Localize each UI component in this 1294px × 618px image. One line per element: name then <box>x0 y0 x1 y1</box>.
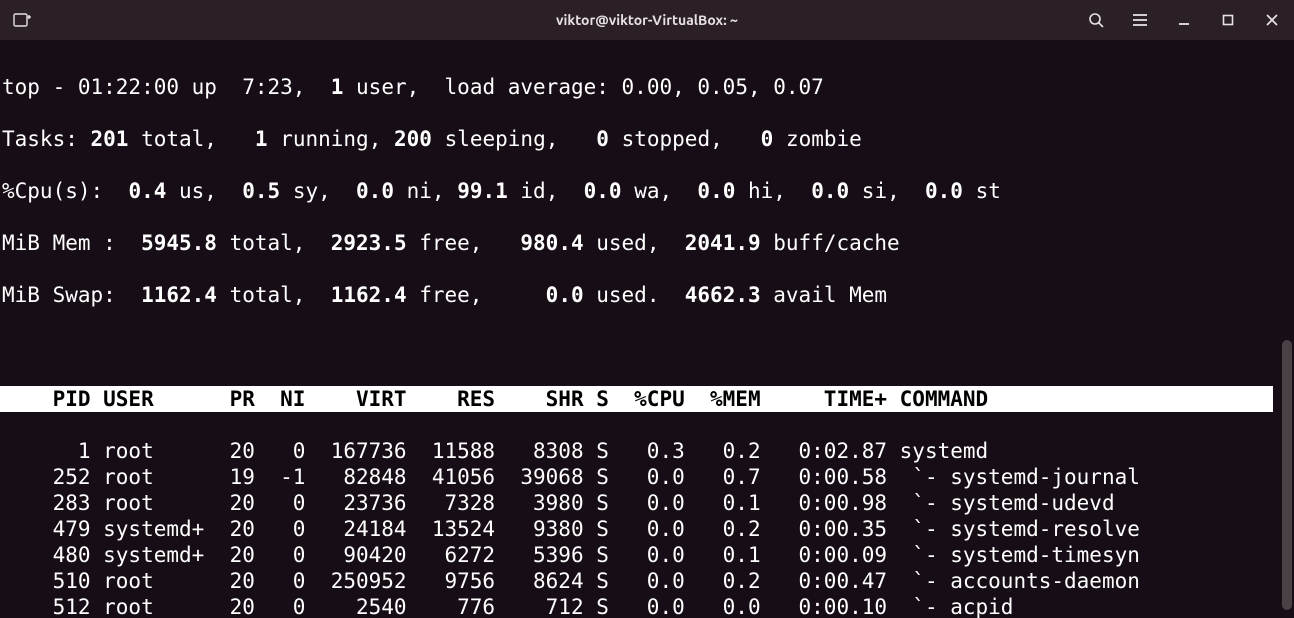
process-table-header: PID USER PR NI VIRT RES SHR S %CPU %MEM … <box>0 386 1273 412</box>
terminal-output[interactable]: top - 01:22:00 up 7:23, 1 user, load ave… <box>0 40 1294 618</box>
close-button[interactable] <box>1250 0 1294 40</box>
scrollbar-thumb[interactable] <box>1282 340 1292 610</box>
process-table-body: 1 root 20 0 167736 11588 8308 S 0.3 0.2 … <box>0 438 1294 618</box>
menu-button[interactable] <box>1118 0 1162 40</box>
minimize-icon <box>1177 13 1191 27</box>
process-row: 510 root 20 0 250952 9756 8624 S 0.0 0.2… <box>0 568 1294 594</box>
titlebar-right-controls <box>1074 0 1294 40</box>
window-titlebar: viktor@viktor-VirtualBox: ~ <box>0 0 1294 40</box>
top-summary-mem: MiB Mem : 5945.8 total, 2923.5 free, 980… <box>0 230 1294 256</box>
process-row: 479 systemd+ 20 0 24184 13524 9380 S 0.0… <box>0 516 1294 542</box>
maximize-button[interactable] <box>1206 0 1250 40</box>
top-summary-cpu: %Cpu(s): 0.4 us, 0.5 sy, 0.0 ni, 99.1 id… <box>0 178 1294 204</box>
top-summary-tasks: Tasks: 201 total, 1 running, 200 sleepin… <box>0 126 1294 152</box>
process-row: 480 systemd+ 20 0 90420 6272 5396 S 0.0 … <box>0 542 1294 568</box>
process-row: 252 root 19 -1 82848 41056 39068 S 0.0 0… <box>0 464 1294 490</box>
top-summary-line-1: top - 01:22:00 up 7:23, 1 user, load ave… <box>0 74 1294 100</box>
terminal-new-tab-icon <box>13 11 31 29</box>
hamburger-icon <box>1132 13 1148 27</box>
top-summary-swap: MiB Swap: 1162.4 total, 1162.4 free, 0.0… <box>0 282 1294 308</box>
process-row: 512 root 20 0 2540 776 712 S 0.0 0.0 0:0… <box>0 594 1294 618</box>
terminal-scrollbar[interactable] <box>1280 40 1294 618</box>
close-icon <box>1265 13 1279 27</box>
search-icon <box>1088 12 1104 28</box>
new-tab-button[interactable] <box>0 0 44 40</box>
process-row: 283 root 20 0 23736 7328 3980 S 0.0 0.1 … <box>0 490 1294 516</box>
maximize-icon <box>1222 14 1234 26</box>
search-button[interactable] <box>1074 0 1118 40</box>
minimize-button[interactable] <box>1162 0 1206 40</box>
blank-line <box>0 334 1294 360</box>
process-row: 1 root 20 0 167736 11588 8308 S 0.3 0.2 … <box>0 438 1294 464</box>
